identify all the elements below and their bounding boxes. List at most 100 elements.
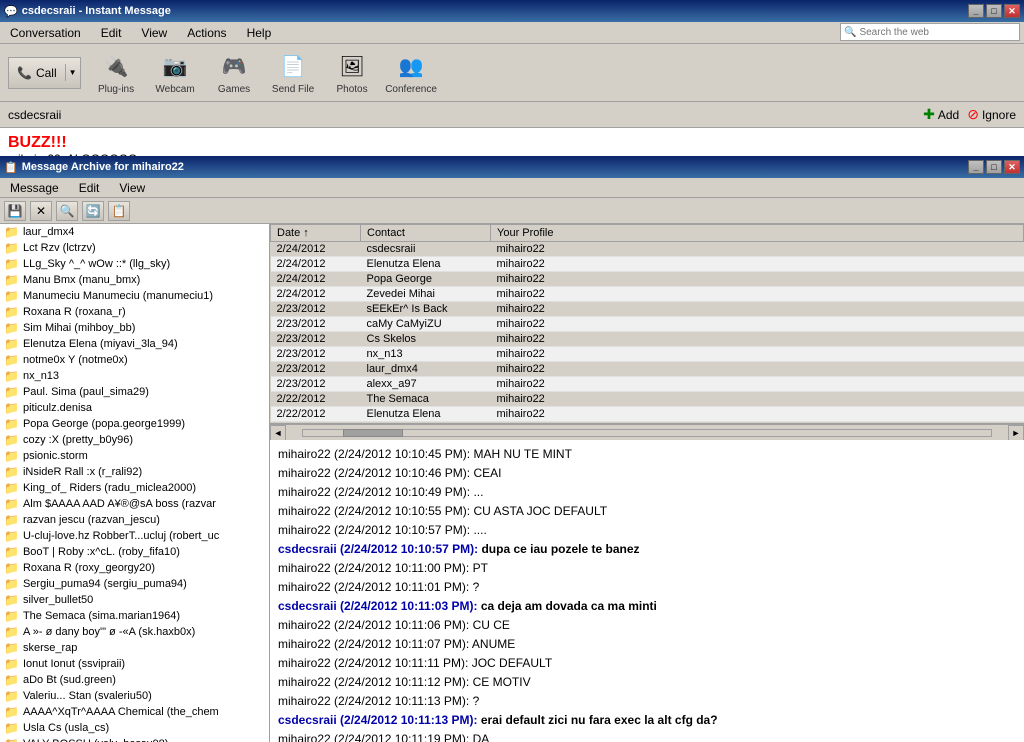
table-row[interactable]: 2/24/2012Popa Georgemihairo22 — [271, 272, 1024, 287]
list-item[interactable]: 📁cozy :X (pretty_b0y96) — [0, 432, 269, 448]
cell-contact: laur_dmx4 — [361, 362, 491, 377]
close-button[interactable]: ✕ — [1004, 4, 1020, 18]
list-item[interactable]: 📁BooT | Roby :x^cL. (roby_fifa10) — [0, 544, 269, 560]
list-item[interactable]: 📁razvan jescu (razvan_jescu) — [0, 512, 269, 528]
cell-date: 2/24/2012 — [271, 257, 361, 272]
message-line: mihairo22 (2/24/2012 10:11:07 PM): ANUME — [278, 635, 1016, 653]
toolbar-send-file[interactable]: 📄 Send File — [266, 47, 321, 99]
archive-menu-edit[interactable]: Edit — [73, 179, 106, 197]
list-item[interactable]: 📁piticulz.denisa — [0, 400, 269, 416]
list-item[interactable]: 📁Roxana R (roxana_r) — [0, 304, 269, 320]
scroll-thumb[interactable] — [343, 429, 403, 437]
list-item[interactable]: 📁Elenutza Elena (miyavi_3la_94) — [0, 336, 269, 352]
list-item[interactable]: 📁Lct Rzv (lctrzv) — [0, 240, 269, 256]
contact-name: Roxana R (roxy_georgy20) — [23, 562, 155, 574]
col-profile[interactable]: Your Profile — [491, 225, 1024, 242]
list-item[interactable]: 📁Usla Cs (usla_cs) — [0, 720, 269, 736]
horizontal-scrollbar[interactable]: ◄ ► — [270, 424, 1024, 440]
archive-menu-view[interactable]: View — [113, 179, 151, 197]
menu-help[interactable]: Help — [241, 24, 278, 42]
list-item[interactable]: 📁A »- ø dany boy'" ø -«A (sk.haxb0x) — [0, 624, 269, 640]
list-item[interactable]: 📁Roxana R (roxy_georgy20) — [0, 560, 269, 576]
archive-delete-button[interactable]: ✕ — [30, 201, 52, 221]
scroll-left-arrow[interactable]: ◄ — [270, 425, 286, 441]
table-row[interactable]: 2/22/2012Elenutza Elenamihairo22 — [271, 407, 1024, 422]
list-item[interactable]: 📁VALY BOSSU (valy_bossu98) — [0, 736, 269, 742]
minimize-button[interactable]: _ — [968, 4, 984, 18]
folder-icon: 📁 — [4, 593, 19, 607]
scroll-track[interactable] — [302, 429, 992, 437]
phone-icon: 📞 — [17, 66, 32, 80]
list-item[interactable]: 📁Manu Bmx (manu_bmx) — [0, 272, 269, 288]
list-item[interactable]: 📁psionic.storm — [0, 448, 269, 464]
list-item[interactable]: 📁nx_n13 — [0, 368, 269, 384]
table-row[interactable]: 2/23/2012alexx_a97mihairo22 — [271, 377, 1024, 392]
table-row[interactable]: 2/24/2012Elenutza Elenamihairo22 — [271, 257, 1024, 272]
list-item[interactable]: 📁skerse_rap — [0, 640, 269, 656]
list-item[interactable]: 📁The Semaca (sima.marian1964) — [0, 608, 269, 624]
list-item[interactable]: 📁Popa George (popa.george1999) — [0, 416, 269, 432]
table-row[interactable]: 2/22/2012The Semacamihairo22 — [271, 392, 1024, 407]
call-button-main[interactable]: 📞 Call — [9, 62, 65, 84]
list-item[interactable]: 📁Paul. Sima (paul_sima29) — [0, 384, 269, 400]
list-item[interactable]: 📁U-cluj-love.hz RobberT...ucluj (robert_… — [0, 528, 269, 544]
table-row[interactable]: 2/23/2012Cs Skelosmihairo22 — [271, 332, 1024, 347]
menu-actions[interactable]: Actions — [181, 24, 232, 42]
list-item[interactable]: 📁aDo Bt (sud.green) — [0, 672, 269, 688]
table-row[interactable]: 2/24/2012Zevedei Mihaimihairo22 — [271, 287, 1024, 302]
list-item[interactable]: 📁notme0x Y (notme0x) — [0, 352, 269, 368]
toolbar-photos[interactable]: 🖼 Photos — [325, 47, 380, 99]
archive-search-button[interactable]: 🔍 — [56, 201, 78, 221]
add-button[interactable]: ✚ Add — [923, 106, 959, 123]
list-item[interactable]: 📁Ionut Ionut (ssvipraii) — [0, 656, 269, 672]
archive-maximize-button[interactable]: □ — [986, 160, 1002, 174]
list-item[interactable]: 📁Manumeciu Manumeciu (manumeciu1) — [0, 288, 269, 304]
list-item[interactable]: 📁AAAA^XqTr^AAAA Chemical (the_chem — [0, 704, 269, 720]
archive-print-button[interactable]: 📋 — [108, 201, 130, 221]
list-item[interactable]: 📁King_of_ Riders (radu_miclea2000) — [0, 480, 269, 496]
archive-menu-message[interactable]: Message — [4, 179, 65, 197]
folder-icon: 📁 — [4, 609, 19, 623]
archive-save-button[interactable]: 💾 — [4, 201, 26, 221]
message-sender: mihairo22 (2/24/2012 10:11:13 PM): — [278, 694, 469, 708]
list-item[interactable]: 📁Sim Mihai (mihboy_bb) — [0, 320, 269, 336]
menu-conversation[interactable]: Conversation — [4, 24, 87, 42]
search-input[interactable] — [859, 27, 999, 38]
toolbar-plugins[interactable]: 🔌 Plug-ins — [89, 47, 144, 99]
scroll-right-arrow[interactable]: ► — [1008, 425, 1024, 441]
webcam-icon: 📷 — [159, 50, 191, 82]
archive-refresh-button[interactable]: 🔄 — [82, 201, 104, 221]
toolbar-webcam[interactable]: 📷 Webcam — [148, 47, 203, 99]
col-contact[interactable]: Contact — [361, 225, 491, 242]
col-date[interactable]: Date ↑ — [271, 225, 361, 242]
list-item[interactable]: 📁silver_bullet50 — [0, 592, 269, 608]
list-item[interactable]: 📁iNsideR Rall :x (r_rali92) — [0, 464, 269, 480]
toolbar-conference[interactable]: 👥 Conference — [384, 47, 439, 99]
contact-name: cozy :X (pretty_b0y96) — [23, 434, 133, 446]
list-item[interactable]: 📁LLg_Sky ^_^ wOw ::* (llg_sky) — [0, 256, 269, 272]
table-row[interactable]: 2/24/2012csdecsraiimihairo22 — [271, 242, 1024, 257]
table-row[interactable]: 2/23/2012laur_dmx4mihairo22 — [271, 362, 1024, 377]
cell-contact: sEEkEr^ Is Back — [361, 302, 491, 317]
toolbar-games[interactable]: 🎮 Games — [207, 47, 262, 99]
list-item[interactable]: 📁Valeriu... Stan (svaleriu50) — [0, 688, 269, 704]
message-text: ? — [473, 694, 480, 708]
cell-profile: mihairo22 — [491, 332, 1024, 347]
call-dropdown-arrow[interactable]: ▼ — [65, 64, 80, 81]
contact-name: Elenutza Elena (miyavi_3la_94) — [23, 338, 178, 350]
maximize-button[interactable]: □ — [986, 4, 1002, 18]
table-row[interactable]: 2/23/2012sEEkEr^ Is Backmihairo22 — [271, 302, 1024, 317]
menu-edit[interactable]: Edit — [95, 24, 128, 42]
menu-view[interactable]: View — [135, 24, 173, 42]
table-row[interactable]: 2/23/2012caMy CaMyiZUmihairo22 — [271, 317, 1024, 332]
archive-close-button[interactable]: ✕ — [1004, 160, 1020, 174]
ignore-button[interactable]: ⊘ Ignore — [967, 106, 1016, 123]
archive-minimize-button[interactable]: _ — [968, 160, 984, 174]
list-item[interactable]: 📁Sergiu_puma94 (sergiu_puma94) — [0, 576, 269, 592]
message-sender: mihairo22 (2/24/2012 10:11:12 PM): — [278, 675, 469, 689]
call-button[interactable]: 📞 Call ▼ — [8, 57, 81, 89]
list-item[interactable]: 📁laur_dmx4 — [0, 224, 269, 240]
folder-icon: 📁 — [4, 257, 19, 271]
table-row[interactable]: 2/23/2012nx_n13mihairo22 — [271, 347, 1024, 362]
list-item[interactable]: 📁Alm $AAAA AAD A¥®@sA boss (razvar — [0, 496, 269, 512]
